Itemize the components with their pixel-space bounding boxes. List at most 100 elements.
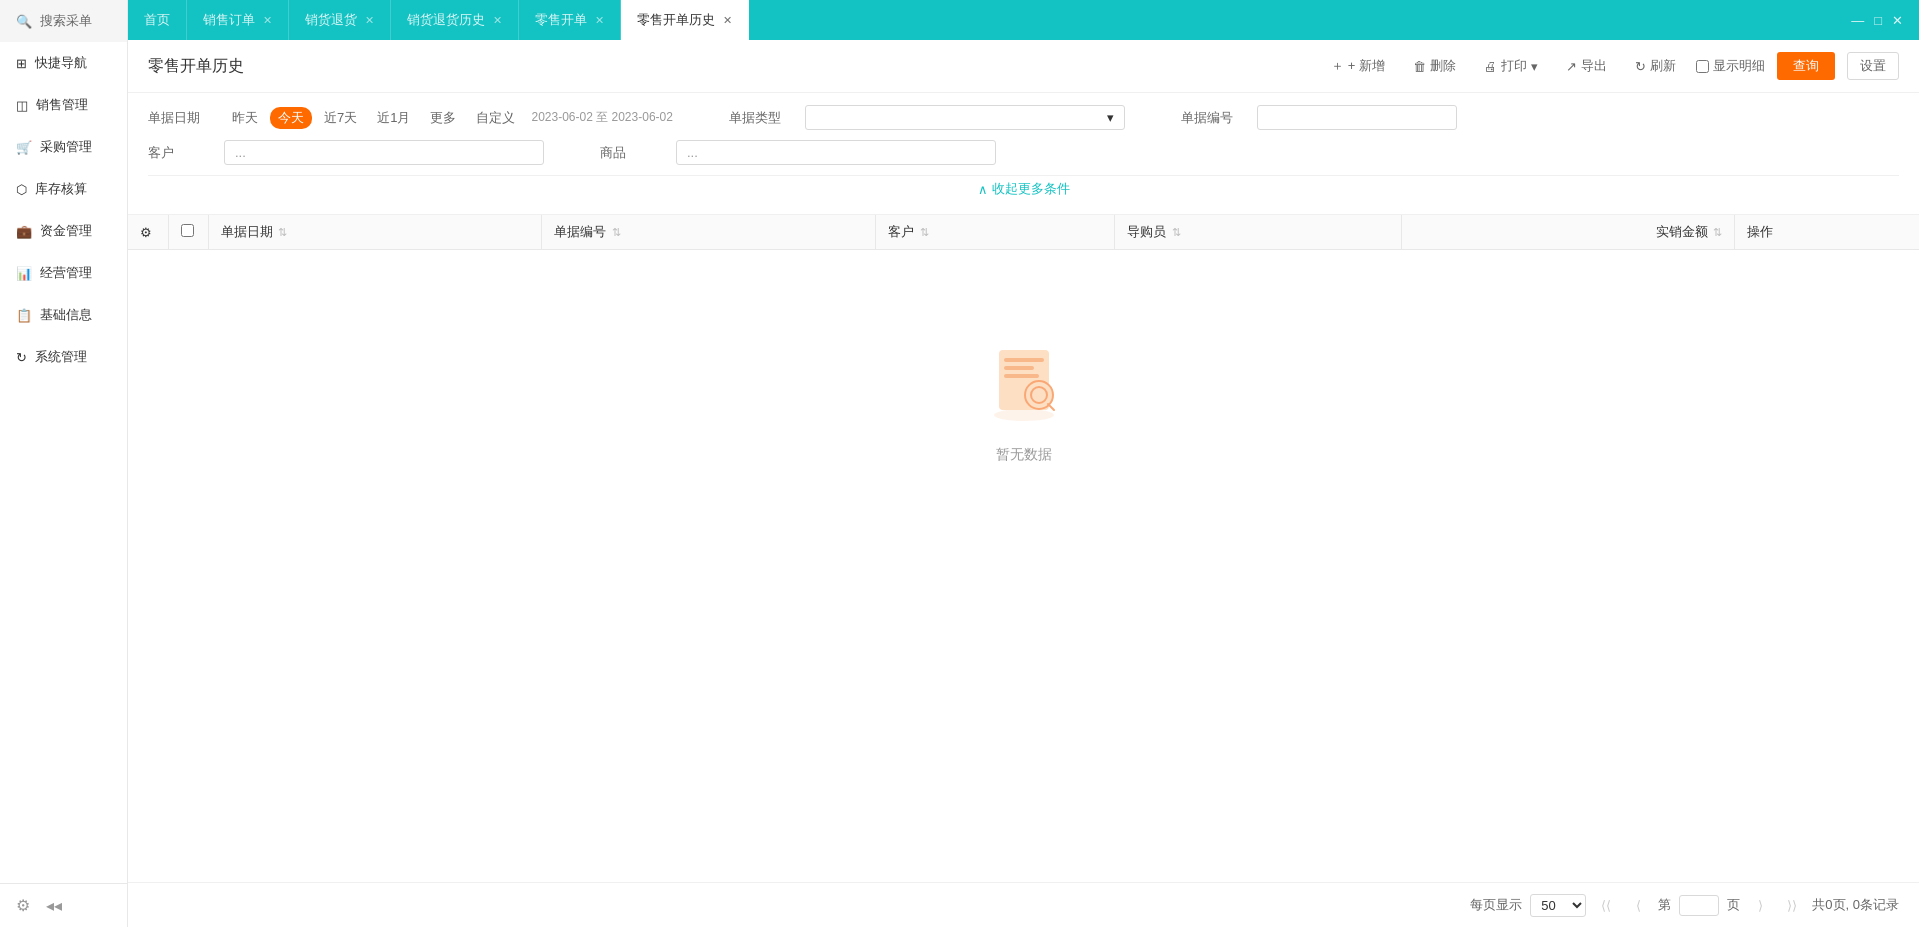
date-option-7days[interactable]: 近7天 (316, 107, 365, 129)
tab-sales-return-history-close[interactable]: ✕ (493, 14, 502, 27)
customer-input[interactable]: ... (224, 140, 544, 165)
sidebar-item-quick-nav[interactable]: ⊞ 快捷导航 (0, 42, 127, 84)
print-button[interactable]: 🖨 打印 ▾ (1476, 53, 1546, 79)
refresh-button[interactable]: ↻ 刷新 (1627, 53, 1684, 79)
tab-retail-open-history[interactable]: 零售开单历史 ✕ (621, 0, 749, 40)
doc-type-filter-label: 单据类型 (729, 109, 789, 127)
close-window-icon[interactable]: ✕ (1892, 13, 1903, 28)
collapse-bar[interactable]: ∧ 收起更多条件 (148, 175, 1899, 202)
current-page-input[interactable]: 1 (1679, 895, 1719, 916)
sidebar-item-finance[interactable]: 💼 资金管理 (0, 210, 127, 252)
add-button[interactable]: ＋ + 新增 (1323, 53, 1393, 79)
col-date-header[interactable]: 单据日期 ⇅ (208, 215, 542, 250)
sys-mgmt-icon: ↻ (16, 350, 27, 365)
tab-retail-open-close[interactable]: ✕ (595, 14, 604, 27)
prev-page-btn[interactable]: ⟨ (1626, 893, 1650, 917)
tab-sales-order-close[interactable]: ✕ (263, 14, 272, 27)
col-amount-header[interactable]: 实销金额 ⇅ (1401, 215, 1735, 250)
date-option-custom[interactable]: 自定义 (468, 107, 523, 129)
first-page-btn[interactable]: ⟨⟨ (1594, 893, 1618, 917)
export-icon: ↗ (1566, 59, 1577, 74)
tab-retail-open[interactable]: 零售开单 ✕ (519, 0, 621, 40)
tab-home[interactable]: 首页 (128, 0, 187, 40)
col-settings-header[interactable]: ⚙ (128, 215, 168, 250)
sidebar-item-label: 经营管理 (40, 264, 92, 282)
operations-icon: 📊 (16, 266, 32, 281)
filter-area: 单据日期 昨天 今天 近7天 近1月 更多 自定义 2023-06-02 至 2… (128, 93, 1919, 215)
tab-retail-open-label: 零售开单 (535, 11, 587, 29)
show-detail-checkbox[interactable] (1696, 60, 1709, 73)
toolbar: ＋ + 新增 🗑 删除 🖨 打印 ▾ ↗ 导出 ↻ (1323, 52, 1899, 80)
select-all-checkbox[interactable] (181, 224, 194, 237)
query-button[interactable]: 查询 (1777, 52, 1835, 80)
col-customer-sort-icon: ⇅ (920, 226, 929, 238)
tab-sales-return-history-label: 销货退货历史 (407, 11, 485, 29)
col-docno-header[interactable]: 单据编号 ⇅ (542, 215, 876, 250)
doc-type-dropdown-icon: ▾ (1107, 110, 1114, 125)
sidebar-item-sys-mgmt[interactable]: ↻ 系统管理 (0, 336, 127, 378)
basic-info-icon: 📋 (16, 308, 32, 323)
date-option-1month[interactable]: 近1月 (369, 107, 418, 129)
tab-sales-order-label: 销售订单 (203, 11, 255, 29)
tab-sales-return[interactable]: 销货退货 ✕ (289, 0, 391, 40)
tab-retail-open-history-close[interactable]: ✕ (723, 14, 732, 27)
sidebar-item-inventory[interactable]: ⬡ 库存核算 (0, 168, 127, 210)
total-info: 共0页, 0条记录 (1812, 896, 1899, 914)
date-options: 昨天 今天 近7天 近1月 更多 自定义 2023-06-02 至 2023-0… (224, 107, 673, 129)
page-label-before: 第 (1658, 896, 1671, 914)
sidebar-item-sales-mgmt[interactable]: ◫ 销售管理 (0, 84, 127, 126)
export-label: 导出 (1581, 57, 1607, 75)
svg-point-0 (994, 409, 1054, 421)
per-page-select[interactable]: 10 20 50 100 (1530, 894, 1586, 917)
svg-line-7 (1048, 404, 1054, 410)
sidebar-search[interactable]: 🔍 搜索采单 (0, 0, 127, 42)
table-container: ⚙ 单据日期 ⇅ 单据编号 ⇅ 客户 (128, 215, 1919, 882)
tab-retail-open-history-label: 零售开单历史 (637, 11, 715, 29)
date-option-more[interactable]: 更多 (422, 107, 464, 129)
settings-icon[interactable]: ⚙ (16, 896, 30, 915)
date-option-yesterday[interactable]: 昨天 (224, 107, 266, 129)
date-filter-label: 单据日期 (148, 109, 208, 127)
collapse-sidebar-icon[interactable]: ◂◂ (46, 896, 62, 915)
tab-bar: 首页 销售订单 ✕ 销货退货 ✕ 销货退货历史 ✕ 零售开单 ✕ 零售开单历史 … (128, 0, 1919, 40)
sidebar-item-label: 采购管理 (40, 138, 92, 156)
doc-no-input[interactable] (1257, 105, 1457, 130)
next-page-btn[interactable]: ⟩ (1748, 893, 1772, 917)
col-action-header: 操作 (1735, 215, 1919, 250)
col-customer-header[interactable]: 客户 ⇅ (876, 215, 1115, 250)
date-option-today[interactable]: 今天 (270, 107, 312, 129)
tab-sales-order[interactable]: 销售订单 ✕ (187, 0, 289, 40)
filter-row-1: 单据日期 昨天 今天 近7天 近1月 更多 自定义 2023-06-02 至 2… (148, 105, 1899, 130)
col-date-sort-icon: ⇅ (278, 226, 287, 238)
sidebar-item-basic-info[interactable]: 📋 基础信息 (0, 294, 127, 336)
doc-no-filter-label: 单据编号 (1181, 109, 1241, 127)
export-button[interactable]: ↗ 导出 (1558, 53, 1615, 79)
doc-type-select[interactable]: ▾ (805, 105, 1125, 130)
main-area: 首页 销售订单 ✕ 销货退货 ✕ 销货退货历史 ✕ 零售开单 ✕ 零售开单历史 … (128, 0, 1919, 927)
sidebar-item-label: 资金管理 (40, 222, 92, 240)
goods-input[interactable]: ... (676, 140, 996, 165)
customer-filter-label: 客户 (148, 144, 208, 162)
goods-filter-label: 商品 (600, 144, 660, 162)
last-page-btn[interactable]: ⟩⟩ (1780, 893, 1804, 917)
data-table: ⚙ 单据日期 ⇅ 单据编号 ⇅ 客户 (128, 215, 1919, 250)
svg-rect-4 (1004, 374, 1039, 378)
delete-button[interactable]: 🗑 删除 (1405, 53, 1464, 79)
maximize-window-icon[interactable]: □ (1874, 13, 1882, 28)
minimize-window-icon[interactable]: — (1851, 13, 1864, 28)
tab-sales-return-close[interactable]: ✕ (365, 14, 374, 27)
date-range-text: 2023-06-02 至 2023-06-02 (531, 109, 672, 126)
col-guide-header[interactable]: 导购员 ⇅ (1115, 215, 1401, 250)
finance-icon: 💼 (16, 224, 32, 239)
empty-illustration (974, 330, 1074, 430)
sidebar-item-label: 库存核算 (35, 180, 87, 198)
sidebar-item-purchase-mgmt[interactable]: 🛒 采购管理 (0, 126, 127, 168)
tab-sales-return-history[interactable]: 销货退货历史 ✕ (391, 0, 519, 40)
tab-sales-return-label: 销货退货 (305, 11, 357, 29)
sidebar-item-operations[interactable]: 📊 经营管理 (0, 252, 127, 294)
col-docno-sort-icon: ⇅ (612, 226, 621, 238)
show-detail-checkbox-label[interactable]: 显示明细 (1696, 57, 1765, 75)
settings-button[interactable]: 设置 (1847, 52, 1899, 80)
sidebar: 🔍 搜索采单 ⊞ 快捷导航 ◫ 销售管理 🛒 采购管理 ⬡ 库存核算 💼 资金管… (0, 0, 128, 927)
sidebar-search-label: 搜索采单 (40, 12, 92, 30)
